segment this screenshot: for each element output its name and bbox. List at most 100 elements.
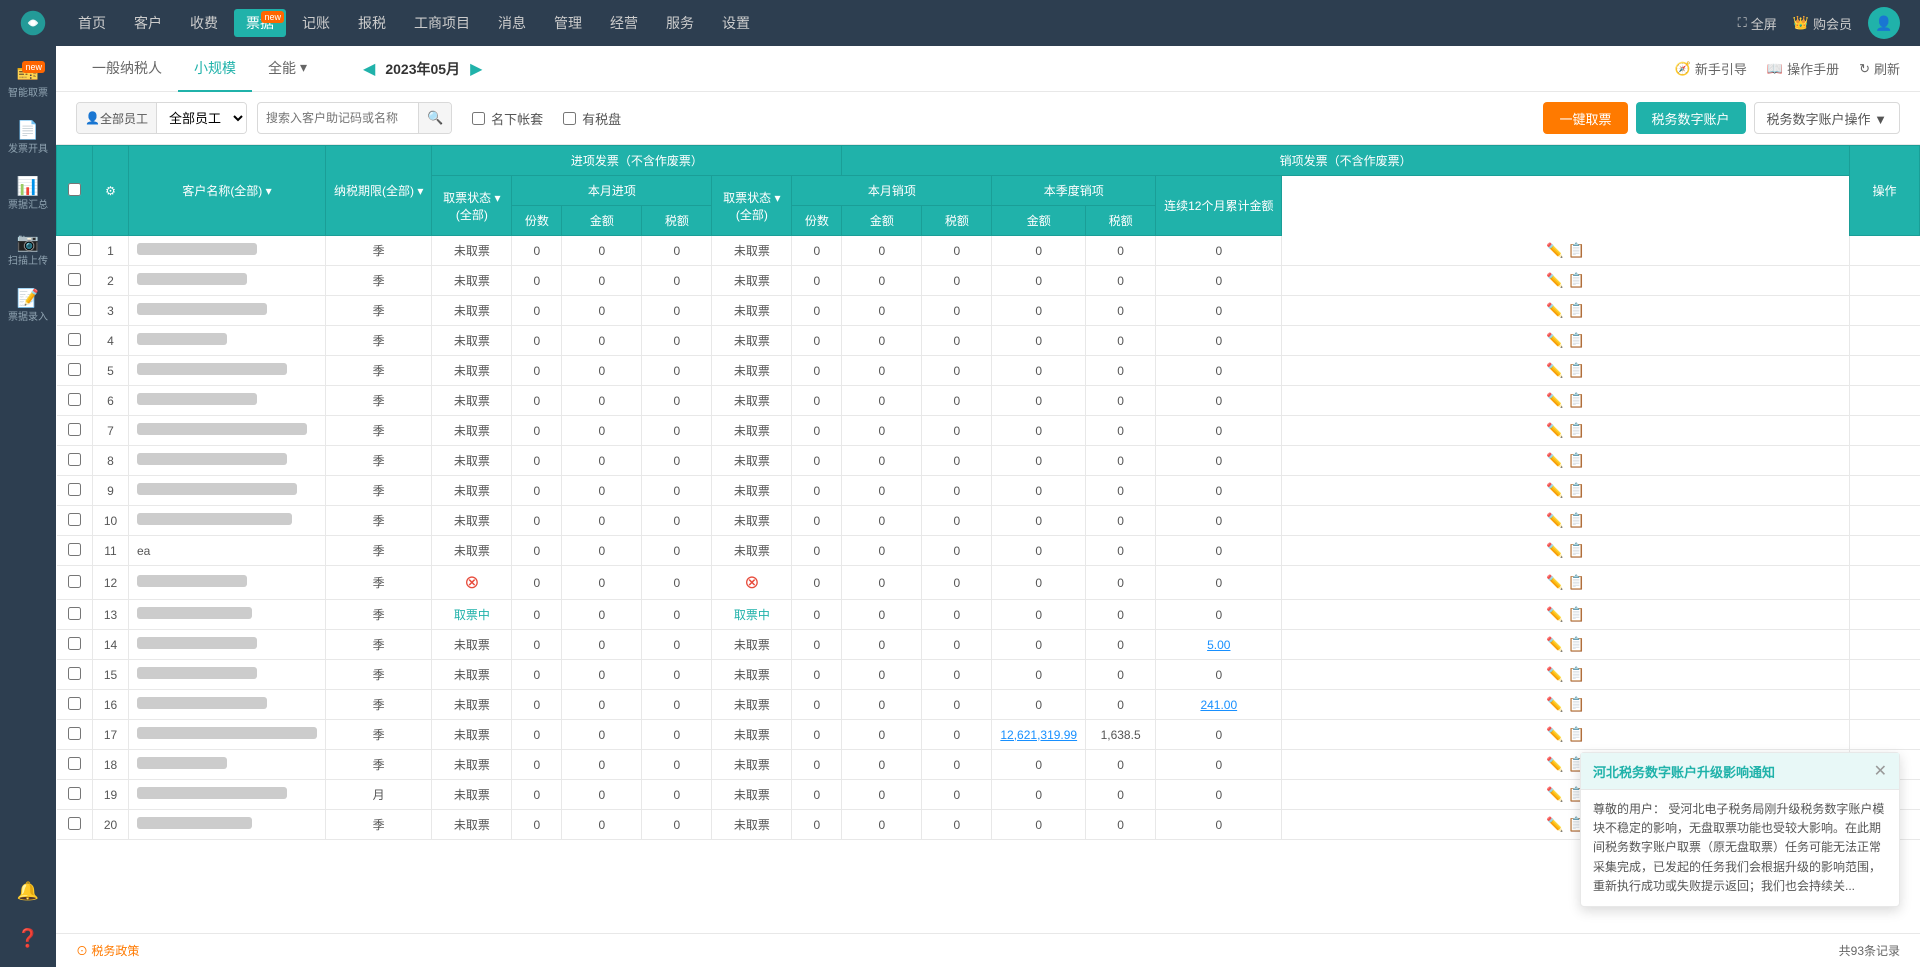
- notification-close-btn[interactable]: ✕: [1874, 761, 1887, 781]
- row-checkbox[interactable]: [68, 393, 81, 406]
- fullscreen-btn[interactable]: ⛶ 全屏: [1738, 14, 1777, 33]
- edit-icon[interactable]: ✏️: [1546, 666, 1563, 683]
- edit-icon[interactable]: ✏️: [1546, 452, 1563, 469]
- nav-message[interactable]: 消息: [486, 9, 538, 37]
- select-all-checkbox[interactable]: [68, 183, 81, 196]
- sidebar-item-open-invoice[interactable]: 📄 发票开具: [3, 112, 53, 164]
- tab-small-scale[interactable]: 小规模: [178, 46, 252, 92]
- copy-icon[interactable]: 📋: [1568, 636, 1585, 653]
- row-checkbox-cell[interactable]: [57, 720, 93, 750]
- tab-all[interactable]: 全能 ▾: [252, 46, 323, 92]
- copy-icon[interactable]: 📋: [1568, 362, 1585, 379]
- row-checkbox-cell[interactable]: [57, 600, 93, 630]
- tax-digital-account-btn[interactable]: 税务数字账户: [1636, 102, 1746, 134]
- row-checkbox[interactable]: [68, 303, 81, 316]
- quarter-amount-link[interactable]: 12,621,319.99: [1000, 728, 1077, 742]
- client-name[interactable]: [129, 630, 326, 660]
- copy-icon[interactable]: 📋: [1568, 332, 1585, 349]
- edit-icon[interactable]: ✏️: [1546, 482, 1563, 499]
- row-checkbox-cell[interactable]: [57, 690, 93, 720]
- row-checkbox-cell[interactable]: [57, 506, 93, 536]
- copy-icon[interactable]: 📋: [1568, 422, 1585, 439]
- row-checkbox-cell[interactable]: [57, 296, 93, 326]
- copy-icon[interactable]: 📋: [1568, 242, 1585, 259]
- copy-icon[interactable]: 📋: [1568, 512, 1585, 529]
- nav-business[interactable]: 工商项目: [402, 9, 482, 37]
- search-button[interactable]: 🔍: [418, 103, 451, 133]
- client-name[interactable]: [129, 326, 326, 356]
- manual-btn[interactable]: 📖 操作手册: [1767, 59, 1839, 78]
- sidebar-item-notification[interactable]: 🔔: [3, 873, 53, 910]
- row-checkbox[interactable]: [68, 607, 81, 620]
- nav-tax[interactable]: 报税: [346, 9, 398, 37]
- nav-operation[interactable]: 经营: [598, 9, 650, 37]
- row-checkbox[interactable]: [68, 667, 81, 680]
- row-checkbox[interactable]: [68, 727, 81, 740]
- edit-icon[interactable]: ✏️: [1546, 816, 1563, 833]
- copy-icon[interactable]: 📋: [1568, 542, 1585, 559]
- row-checkbox[interactable]: [68, 787, 81, 800]
- edit-icon[interactable]: ✏️: [1546, 332, 1563, 349]
- row-checkbox-cell[interactable]: [57, 750, 93, 780]
- sub-account-checkbox-label[interactable]: 名下帐套: [472, 109, 543, 128]
- edit-icon[interactable]: ✏️: [1546, 696, 1563, 713]
- nav-invoice[interactable]: 票据 new: [234, 9, 286, 37]
- client-name[interactable]: [129, 296, 326, 326]
- row-checkbox[interactable]: [68, 333, 81, 346]
- sidebar-item-entry[interactable]: 📝 票据录入: [3, 280, 53, 332]
- row-checkbox[interactable]: [68, 273, 81, 286]
- client-name[interactable]: [129, 356, 326, 386]
- client-name[interactable]: [129, 750, 326, 780]
- edit-icon[interactable]: ✏️: [1546, 786, 1563, 803]
- row-checkbox[interactable]: [68, 453, 81, 466]
- copy-icon[interactable]: 📋: [1568, 452, 1585, 469]
- edit-icon[interactable]: ✏️: [1546, 726, 1563, 743]
- edit-icon[interactable]: ✏️: [1546, 422, 1563, 439]
- edit-icon[interactable]: ✏️: [1546, 512, 1563, 529]
- input-status-filter-icon[interactable]: ▾: [495, 191, 501, 205]
- nav-client[interactable]: 客户: [122, 9, 174, 37]
- row-checkbox[interactable]: [68, 513, 81, 526]
- row-checkbox-cell[interactable]: [57, 356, 93, 386]
- row-checkbox[interactable]: [68, 697, 81, 710]
- cum-amount-link[interactable]: 5.00: [1207, 638, 1230, 652]
- one-key-fetch-btn[interactable]: 一键取票: [1543, 102, 1627, 134]
- edit-icon[interactable]: ✏️: [1546, 606, 1563, 623]
- copy-icon[interactable]: 📋: [1568, 272, 1585, 289]
- row-checkbox-cell[interactable]: [57, 660, 93, 690]
- row-checkbox-cell[interactable]: [57, 780, 93, 810]
- nav-settings[interactable]: 设置: [710, 9, 762, 37]
- sidebar-item-summary[interactable]: 📊 票据汇总: [3, 168, 53, 220]
- edit-icon[interactable]: ✏️: [1546, 392, 1563, 409]
- row-checkbox-cell[interactable]: [57, 266, 93, 296]
- client-name[interactable]: [129, 416, 326, 446]
- row-checkbox-cell[interactable]: [57, 386, 93, 416]
- client-name[interactable]: [129, 446, 326, 476]
- client-name[interactable]: [129, 600, 326, 630]
- copy-icon[interactable]: 📋: [1568, 574, 1585, 591]
- edit-icon[interactable]: ✏️: [1546, 272, 1563, 289]
- edit-icon[interactable]: ✏️: [1546, 636, 1563, 653]
- copy-icon[interactable]: 📋: [1568, 302, 1585, 319]
- period-filter-icon[interactable]: ▾: [417, 184, 423, 198]
- tax-policy-link[interactable]: ⊙ 税务政策: [76, 942, 139, 959]
- client-name[interactable]: [129, 266, 326, 296]
- edit-icon[interactable]: ✏️: [1546, 302, 1563, 319]
- staff-select[interactable]: 👤 全部员工 全部员工: [76, 102, 247, 134]
- nav-service[interactable]: 服务: [654, 9, 706, 37]
- nav-home[interactable]: 首页: [66, 9, 118, 37]
- copy-icon[interactable]: 📋: [1568, 482, 1585, 499]
- row-checkbox-cell[interactable]: [57, 536, 93, 566]
- row-checkbox[interactable]: [68, 757, 81, 770]
- edit-icon[interactable]: ✏️: [1546, 242, 1563, 259]
- row-checkbox-cell[interactable]: [57, 476, 93, 506]
- prev-month-btn[interactable]: ◀: [363, 59, 375, 79]
- sidebar-item-scan[interactable]: 📷 扫描上传: [3, 224, 53, 276]
- copy-icon[interactable]: 📋: [1568, 606, 1585, 623]
- row-checkbox-cell[interactable]: [57, 566, 93, 600]
- row-checkbox[interactable]: [68, 363, 81, 376]
- edit-icon[interactable]: ✏️: [1546, 756, 1563, 773]
- user-avatar[interactable]: 👤: [1868, 7, 1900, 39]
- staff-dropdown[interactable]: 全部员工: [157, 103, 246, 133]
- sidebar-item-help[interactable]: ❓: [3, 920, 53, 957]
